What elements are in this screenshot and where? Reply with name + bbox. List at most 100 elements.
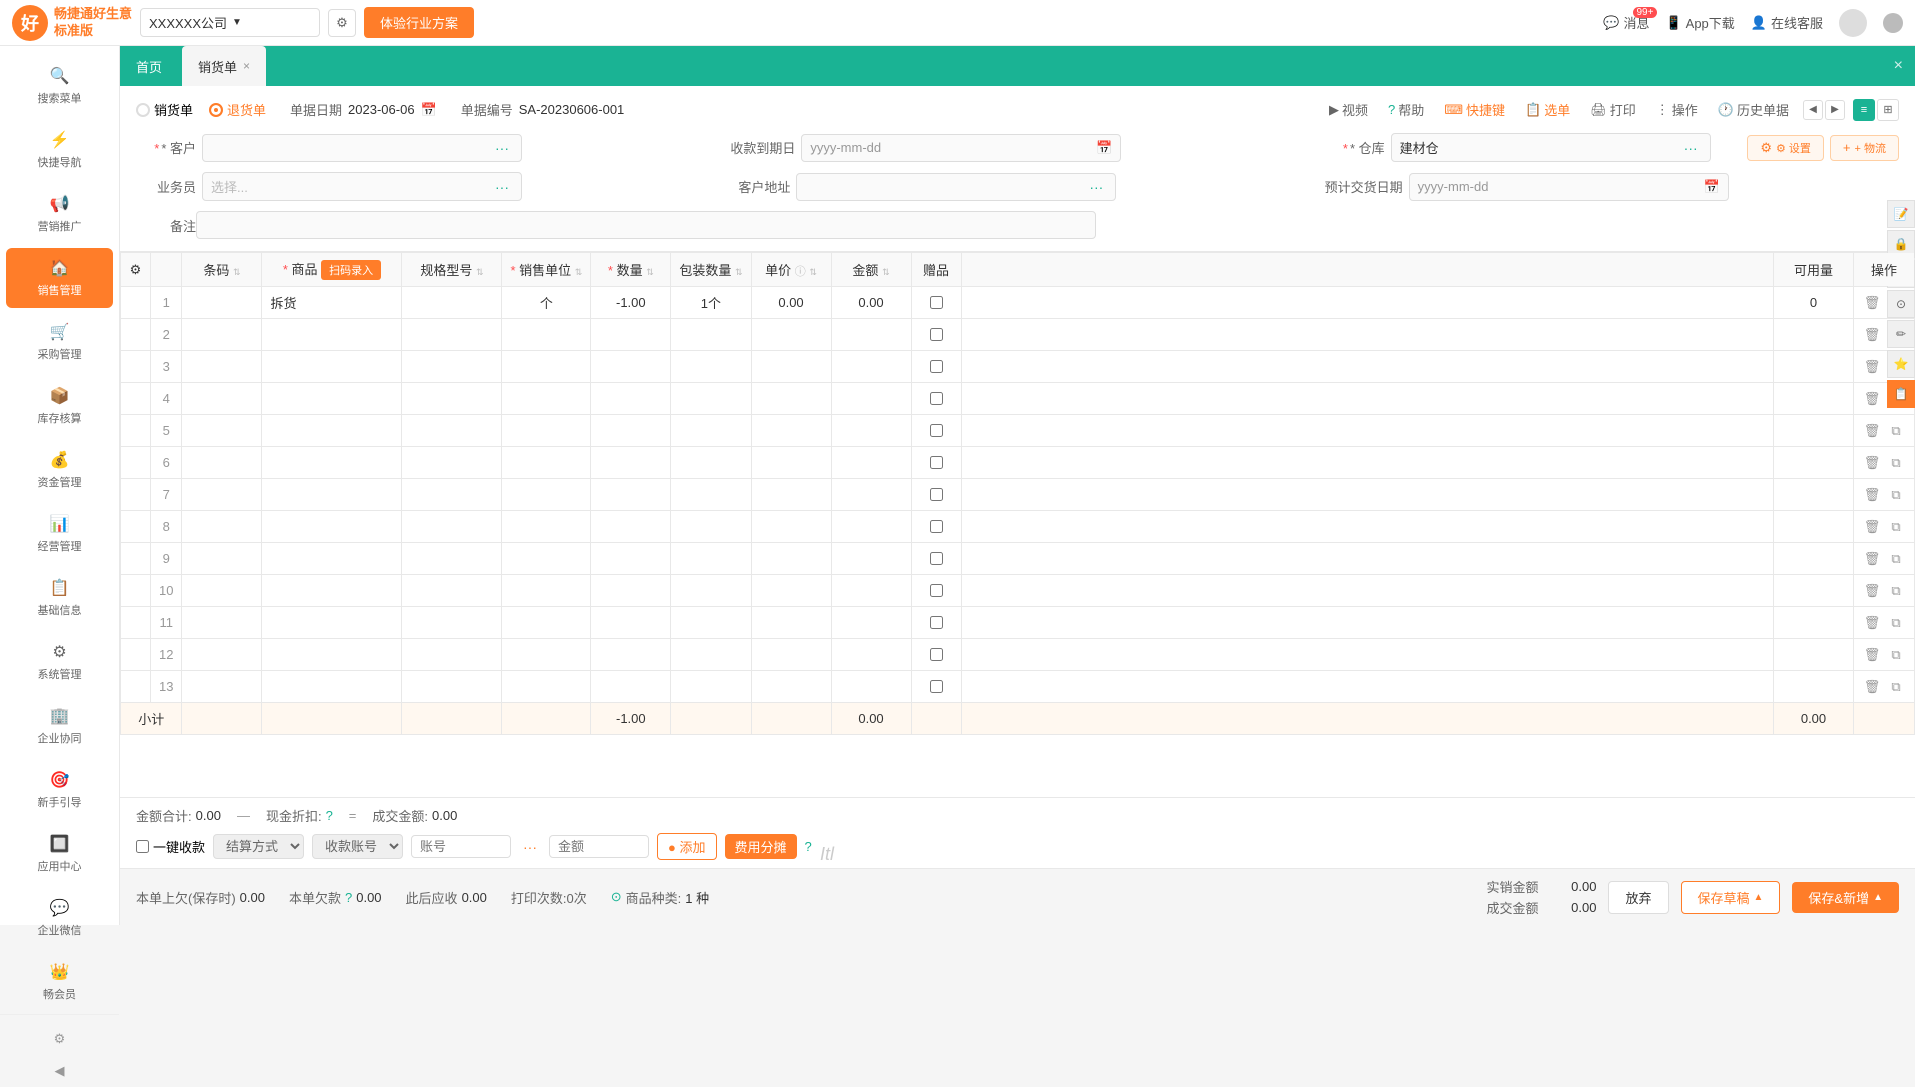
row-product-8[interactable]	[262, 543, 402, 575]
radio-sale[interactable]: 销货单	[136, 100, 193, 119]
row-qty-4[interactable]	[591, 415, 671, 447]
row-unit-price-10[interactable]	[751, 607, 831, 639]
sidebar-collapse-btn[interactable]: ◀	[0, 1055, 119, 1087]
row-barcode-0[interactable]	[182, 287, 262, 319]
notification-item[interactable]: 💬 消息 99+	[1603, 13, 1649, 32]
row-qty-11[interactable]	[591, 639, 671, 671]
toolbar-select[interactable]: 📋 选单	[1519, 98, 1576, 121]
sidebar-item-operations[interactable]: 📊 经营管理	[6, 504, 113, 564]
row-barcode-10[interactable]	[182, 607, 262, 639]
row-gift-3[interactable]	[911, 383, 961, 415]
one-click-checkbox[interactable]	[136, 840, 149, 853]
row-gift-1[interactable]	[911, 319, 961, 351]
delete-icon-12[interactable]: 🗑	[1862, 677, 1882, 697]
row-unit-price-3[interactable]	[751, 383, 831, 415]
view-list[interactable]: ≡	[1853, 99, 1875, 121]
row-amount-3[interactable]	[831, 383, 911, 415]
copy-icon-4[interactable]: ⧉	[1886, 421, 1906, 441]
row-gift-6[interactable]	[911, 479, 961, 511]
delete-icon-11[interactable]: 🗑	[1862, 645, 1882, 665]
rt-btn-5[interactable]: ✏	[1887, 320, 1915, 348]
row-pkg-qty-11[interactable]	[671, 639, 751, 671]
sidebar-item-purchase[interactable]: 🛒 采购管理	[6, 312, 113, 372]
price-info-icon[interactable]: ⓘ	[795, 266, 806, 278]
payment-due-calendar[interactable]: 📅	[1096, 140, 1112, 156]
row-barcode-2[interactable]	[182, 351, 262, 383]
row-pkg-qty-4[interactable]	[671, 415, 751, 447]
row-spec-7[interactable]	[402, 511, 502, 543]
delete-icon-1[interactable]: 🗑	[1862, 325, 1882, 345]
row-unit-7[interactable]	[502, 511, 591, 543]
row-barcode-1[interactable]	[182, 319, 262, 351]
customer-ellipsis[interactable]: ···	[491, 140, 513, 156]
copy-icon-5[interactable]: ⧉	[1886, 453, 1906, 473]
fee-split-btn[interactable]: 费用分摊	[725, 834, 797, 859]
one-click-payment[interactable]: 一键收款	[136, 837, 205, 856]
expected-date-calendar[interactable]: 📅	[1703, 179, 1719, 195]
row-barcode-8[interactable]	[182, 543, 262, 575]
row-qty-3[interactable]	[591, 383, 671, 415]
row-unit-4[interactable]	[502, 415, 591, 447]
toolbar-help[interactable]: ? 帮助	[1382, 98, 1430, 121]
calendar-icon[interactable]: 📅	[421, 102, 437, 118]
row-pkg-qty-10[interactable]	[671, 607, 751, 639]
row-unit-6[interactable]	[502, 479, 591, 511]
delete-icon-2[interactable]: 🗑	[1862, 357, 1882, 377]
delete-icon-3[interactable]: 🗑	[1862, 389, 1882, 409]
delete-icon-7[interactable]: 🗑	[1862, 517, 1882, 537]
row-qty-5[interactable]	[591, 447, 671, 479]
row-unit-5[interactable]	[502, 447, 591, 479]
row-product-0[interactable]: 拆货	[262, 287, 402, 319]
nav-prev[interactable]: ◀	[1803, 100, 1823, 120]
toolbar-shortcut[interactable]: ⌨ 快捷键	[1438, 98, 1511, 121]
row-product-4[interactable]	[262, 415, 402, 447]
sidebar-item-search[interactable]: 🔍 搜索菜单	[6, 56, 113, 116]
row-spec-11[interactable]	[402, 639, 502, 671]
toolbar-print[interactable]: 🖨 打印	[1584, 98, 1642, 121]
overdue-help-icon[interactable]: ?	[345, 890, 352, 905]
row-barcode-4[interactable]	[182, 415, 262, 447]
online-service-item[interactable]: 👤 在线客服	[1751, 13, 1823, 32]
row-qty-1[interactable]	[591, 319, 671, 351]
draft-button[interactable]: 保存草稿 ▲	[1681, 881, 1781, 914]
row-barcode-6[interactable]	[182, 479, 262, 511]
radio-return[interactable]: 退货单	[209, 100, 266, 119]
discount-help-icon[interactable]: ?	[326, 808, 333, 823]
row-product-1[interactable]	[262, 319, 402, 351]
row-unit-price-8[interactable]	[751, 543, 831, 575]
row-gift-8[interactable]	[911, 543, 961, 575]
delete-icon-6[interactable]: 🗑	[1862, 485, 1882, 505]
settings-icon[interactable]: ⚙	[328, 9, 356, 37]
copy-icon-11[interactable]: ⧉	[1886, 645, 1906, 665]
row-spec-5[interactable]	[402, 447, 502, 479]
copy-icon-8[interactable]: ⧉	[1886, 549, 1906, 569]
row-spec-0[interactable]	[402, 287, 502, 319]
sidebar-item-guide[interactable]: 🎯 新手引导	[6, 760, 113, 820]
row-amount-1[interactable]	[831, 319, 911, 351]
toolbar-operation[interactable]: ⋮ 操作	[1650, 98, 1704, 121]
trial-button[interactable]: 体验行业方案	[364, 7, 474, 38]
rt-btn-7[interactable]: 📋	[1887, 380, 1915, 408]
row-amount-2[interactable]	[831, 351, 911, 383]
sidebar-item-app-center[interactable]: 🔲 应用中心	[6, 824, 113, 884]
customer-addr-ellipsis[interactable]: ···	[1085, 179, 1107, 195]
toolbar-history[interactable]: 🕐 历史单据	[1712, 98, 1795, 121]
row-pkg-qty-1[interactable]	[671, 319, 751, 351]
salesperson-ellipsis[interactable]: ···	[491, 179, 513, 195]
th-settings[interactable]: ⚙	[121, 253, 151, 287]
row-gift-10[interactable]	[911, 607, 961, 639]
row-qty-0[interactable]: -1.00	[591, 287, 671, 319]
row-spec-8[interactable]	[402, 543, 502, 575]
row-unit-price-0[interactable]: 0.00	[751, 287, 831, 319]
row-barcode-5[interactable]	[182, 447, 262, 479]
payment-ellipsis[interactable]: ···	[519, 839, 541, 855]
row-amount-10[interactable]	[831, 607, 911, 639]
row-qty-7[interactable]	[591, 511, 671, 543]
rt-btn-6[interactable]: ⭐	[1887, 350, 1915, 378]
delete-icon-4[interactable]: 🗑	[1862, 421, 1882, 441]
copy-icon-12[interactable]: ⧉	[1886, 677, 1906, 697]
row-gift-0[interactable]	[911, 287, 961, 319]
rt-btn-1[interactable]: 📝	[1887, 200, 1915, 228]
row-unit-price-12[interactable]	[751, 671, 831, 703]
row-unit-price-11[interactable]	[751, 639, 831, 671]
